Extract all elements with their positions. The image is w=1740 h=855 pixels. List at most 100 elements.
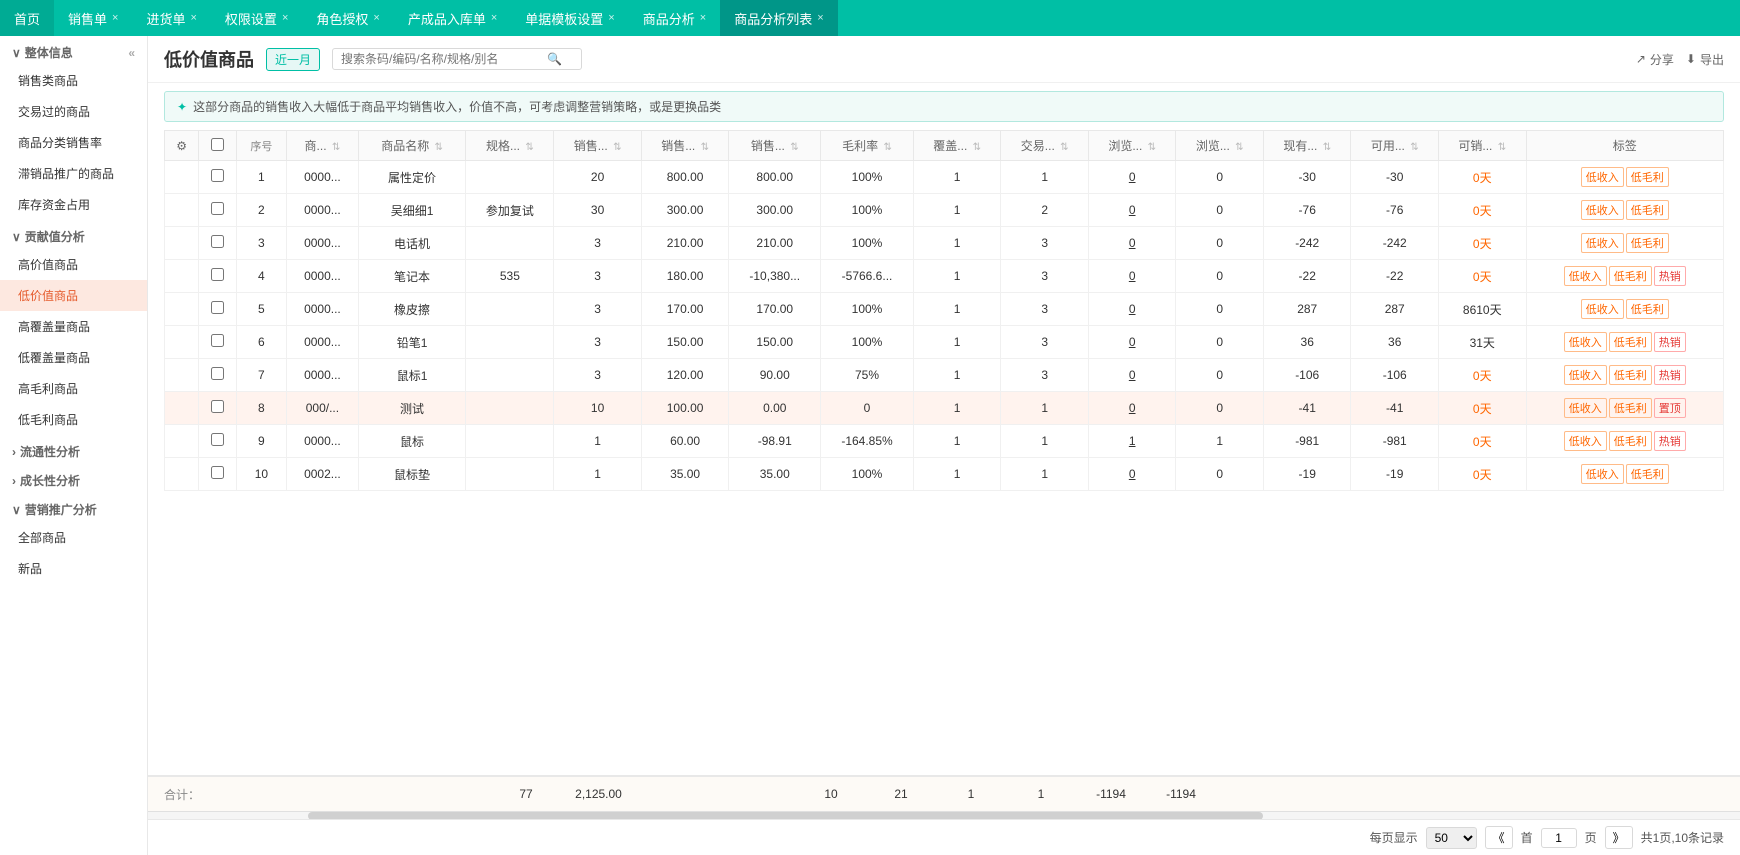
row-checkbox[interactable]	[211, 334, 224, 347]
row-sale-price: 100.00	[641, 392, 729, 425]
row-checkbox[interactable]	[211, 367, 224, 380]
col-spec[interactable]: 规格... ⇅	[466, 131, 554, 161]
row-checkbox[interactable]	[211, 466, 224, 479]
sidebar-item-high-coverage[interactable]: 高覆盖量商品	[0, 311, 147, 342]
row-checkbox[interactable]	[211, 202, 224, 215]
table-wrapper[interactable]: ⚙ 序号 商... ⇅ 商品名称 ⇅ 规格... ⇅ 销售... ⇅ 销售...…	[148, 130, 1740, 775]
row-checkbox-cell[interactable]	[199, 194, 236, 227]
col-available[interactable]: 可用... ⇅	[1351, 131, 1439, 161]
row-checkbox-cell[interactable]	[199, 458, 236, 491]
sidebar-group-growth[interactable]: › 成长性分析	[0, 464, 147, 493]
row-checkbox[interactable]	[211, 268, 224, 281]
close-icon[interactable]: ×	[608, 12, 614, 24]
nav-product-analysis[interactable]: 商品分析 ×	[629, 0, 720, 36]
col-sale-amount[interactable]: 销售... ⇅	[729, 131, 821, 161]
nav-sales[interactable]: 销售单 ×	[54, 0, 132, 36]
sidebar-item-low-margin[interactable]: 低毛利商品	[0, 404, 147, 435]
first-page-button[interactable]: 《	[1485, 826, 1513, 849]
export-button[interactable]: ⬇ 导出	[1686, 51, 1724, 68]
row-checkbox-cell[interactable]	[199, 326, 236, 359]
row-view1[interactable]: 0	[1088, 326, 1176, 359]
row-view1[interactable]: 0	[1088, 194, 1176, 227]
close-icon[interactable]: ×	[491, 12, 497, 24]
row-checkbox-cell[interactable]	[199, 161, 236, 194]
row-checkbox-cell[interactable]	[199, 227, 236, 260]
settings-icon[interactable]: ⚙	[176, 139, 187, 153]
sidebar-item-high-margin[interactable]: 高毛利商品	[0, 373, 147, 404]
row-checkbox-cell[interactable]	[199, 293, 236, 326]
row-checkbox-cell[interactable]	[199, 392, 236, 425]
row-sale-price: 800.00	[641, 161, 729, 194]
next-page-button[interactable]: 》	[1605, 826, 1633, 849]
col-margin[interactable]: 毛利率 ⇅	[821, 131, 914, 161]
row-view1[interactable]: 0	[1088, 392, 1176, 425]
collapse-icon[interactable]: «	[128, 46, 135, 60]
select-all-checkbox[interactable]	[211, 138, 224, 151]
nav-product-in[interactable]: 产成品入库单 ×	[394, 0, 511, 36]
sidebar-item-low-value[interactable]: 低价值商品	[0, 280, 147, 311]
row-view1[interactable]: 0	[1088, 359, 1176, 392]
tag: 低毛利	[1609, 266, 1652, 286]
close-icon[interactable]: ×	[282, 12, 288, 24]
row-view1[interactable]: 0	[1088, 161, 1176, 194]
time-filter-button[interactable]: 近一月	[266, 48, 320, 71]
sidebar-group-circulation[interactable]: › 流通性分析	[0, 435, 147, 464]
col-stock[interactable]: 现有... ⇅	[1263, 131, 1351, 161]
row-checkbox[interactable]	[211, 169, 224, 182]
row-checkbox-cell[interactable]	[199, 260, 236, 293]
nav-roles[interactable]: 角色授权 ×	[302, 0, 393, 36]
row-days: 0天	[1438, 458, 1526, 491]
row-checkbox[interactable]	[211, 400, 224, 413]
close-icon[interactable]: ×	[817, 12, 823, 24]
row-checkbox[interactable]	[211, 433, 224, 446]
search-icon[interactable]: 🔍	[547, 52, 562, 66]
col-name[interactable]: 商品名称 ⇅	[358, 131, 466, 161]
nav-product-analysis-list[interactable]: 商品分析列表 ×	[720, 0, 837, 36]
col-view1[interactable]: 浏览... ⇅	[1088, 131, 1176, 161]
sidebar-item-low-coverage[interactable]: 低覆盖量商品	[0, 342, 147, 373]
row-view1[interactable]: 0	[1088, 227, 1176, 260]
row-checkbox[interactable]	[211, 235, 224, 248]
sidebar-item-slow-moving[interactable]: 滞销品推广的商品	[0, 158, 147, 189]
row-view1[interactable]: 0	[1088, 458, 1176, 491]
col-coverage[interactable]: 覆盖... ⇅	[913, 131, 1001, 161]
sidebar-item-category-sales[interactable]: 商品分类销售率	[0, 127, 147, 158]
col-code[interactable]: 商... ⇅	[287, 131, 359, 161]
row-days: 0天	[1438, 161, 1526, 194]
close-icon[interactable]: ×	[373, 12, 379, 24]
row-view1[interactable]: 0	[1088, 260, 1176, 293]
nav-template[interactable]: 单据模板设置 ×	[511, 0, 628, 36]
nav-purchase[interactable]: 进货单 ×	[132, 0, 210, 36]
nav-permissions[interactable]: 权限设置 ×	[211, 0, 302, 36]
sidebar-item-all-products[interactable]: 全部商品	[0, 522, 147, 553]
close-icon[interactable]: ×	[112, 12, 118, 24]
row-checkbox-cell[interactable]	[199, 425, 236, 458]
row-checkbox-cell[interactable]	[199, 359, 236, 392]
close-icon[interactable]: ×	[700, 12, 706, 24]
col-sellable[interactable]: 可销... ⇅	[1438, 131, 1526, 161]
close-icon[interactable]: ×	[190, 12, 196, 24]
col-checkbox[interactable]	[199, 131, 236, 161]
page-size-select[interactable]: 50 100 200	[1426, 827, 1477, 849]
sidebar-item-high-value[interactable]: 高价值商品	[0, 249, 147, 280]
col-sale-price[interactable]: 销售... ⇅	[641, 131, 729, 161]
col-trade[interactable]: 交易... ⇅	[1001, 131, 1089, 161]
sidebar-item-traded[interactable]: 交易过的商品	[0, 96, 147, 127]
page-number-input[interactable]	[1541, 828, 1577, 848]
share-button[interactable]: ↗ 分享	[1636, 51, 1674, 68]
row-view1[interactable]: 0	[1088, 293, 1176, 326]
tag: 热销	[1654, 266, 1686, 286]
row-view1[interactable]: 1	[1088, 425, 1176, 458]
row-days: 0天	[1438, 359, 1526, 392]
chevron-down-icon: ∨	[12, 46, 21, 60]
col-sale-qty[interactable]: 销售... ⇅	[554, 131, 642, 161]
col-view2[interactable]: 浏览... ⇅	[1176, 131, 1264, 161]
col-gear[interactable]: ⚙	[165, 131, 199, 161]
search-box[interactable]: 🔍	[332, 48, 582, 70]
sidebar-item-stock-capital[interactable]: 库存资金占用	[0, 189, 147, 220]
nav-home[interactable]: 首页	[0, 0, 54, 36]
row-checkbox[interactable]	[211, 301, 224, 314]
search-input[interactable]	[341, 52, 541, 66]
sidebar-item-sales-products[interactable]: 销售类商品	[0, 65, 147, 96]
sidebar-item-new-products[interactable]: 新品	[0, 553, 147, 584]
